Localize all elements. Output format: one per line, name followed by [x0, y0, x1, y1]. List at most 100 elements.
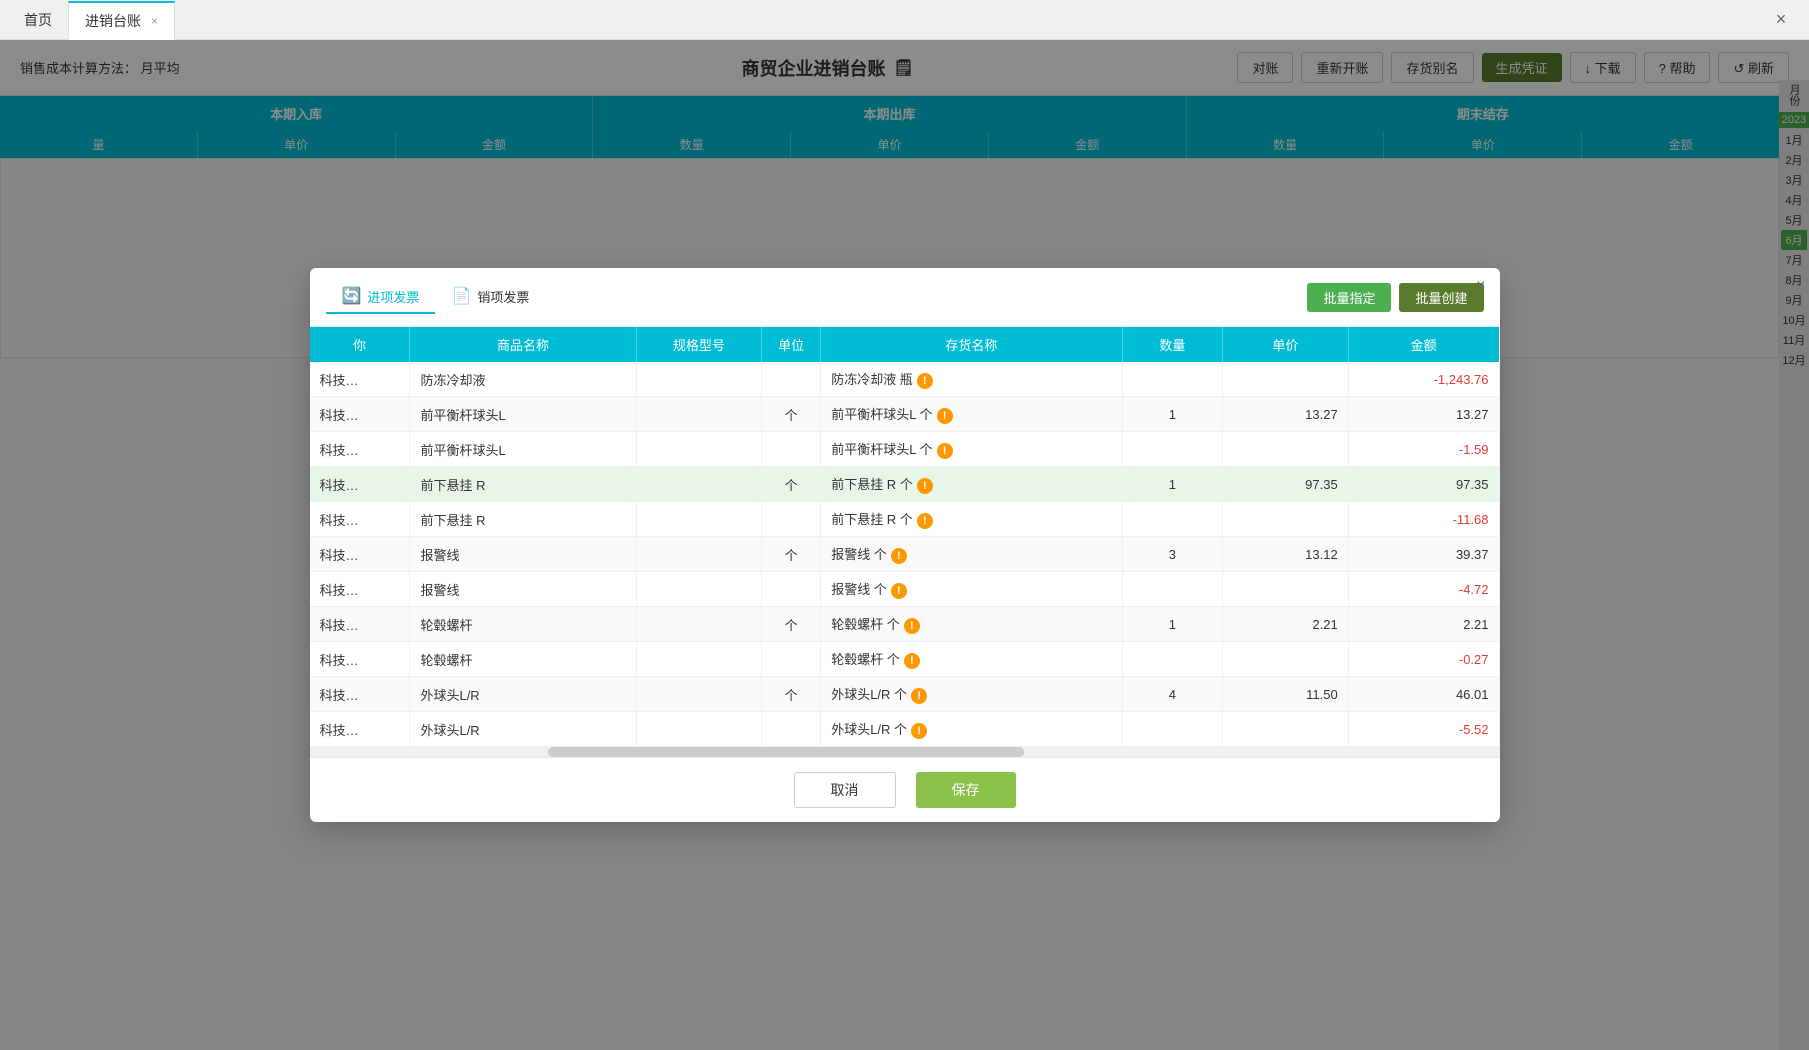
cell-2 [636, 607, 762, 642]
table-row[interactable]: 科技…前平衡杆球头L 前平衡杆球头L 个! -1.59 [310, 432, 1500, 467]
warning-icon: ! [937, 443, 953, 459]
modal-scrollbar[interactable] [310, 747, 1500, 757]
modal-footer: 取消 保存 [310, 757, 1500, 822]
stock-name-cell: 外球头L/R 个! [821, 677, 1122, 712]
cell-3 [762, 432, 821, 467]
save-button[interactable]: 保存 [916, 772, 1016, 808]
cell-6 [1223, 642, 1349, 677]
stock-name-cell: 防冻冷却液 瓶! [821, 362, 1122, 397]
cell-0: 科技… [310, 537, 410, 572]
table-row[interactable]: 科技…防冻冷却液防冻冷却液 瓶!-1,243.76 [310, 362, 1500, 397]
table-row[interactable]: 科技…轮毂螺杆个轮毂螺杆 个!12.212.21 [310, 607, 1500, 642]
cell-0: 科技… [310, 572, 410, 607]
modal-scrollbar-thumb[interactable] [548, 747, 1024, 757]
cell-3: 个 [762, 537, 821, 572]
cell-2 [636, 572, 762, 607]
cell-3: 个 [762, 467, 821, 502]
cell-0: 科技… [310, 432, 410, 467]
tab-home[interactable]: 首页 [8, 2, 68, 38]
col-product: 商品名称 [410, 327, 636, 362]
stock-name-cell: 报警线 个! [821, 537, 1122, 572]
tab-bar: 首页 进销台账 × × [0, 0, 1809, 40]
cell-1: 轮毂螺杆 [410, 642, 636, 677]
amount-cell: 13.27 [1348, 397, 1499, 432]
batch-create-button[interactable]: 批量创建 [1399, 283, 1483, 312]
modal-table-container: 你 商品名称 规格型号 单位 存货名称 数量 单价 金额 科技…防冻冷却液防冻冷… [310, 327, 1500, 747]
cell-3: 个 [762, 677, 821, 712]
cell-5: 1 [1122, 397, 1222, 432]
col-price: 单价 [1223, 327, 1349, 362]
amount-cell: -0.27 [1348, 642, 1499, 677]
tab-home-label: 首页 [24, 12, 52, 28]
table-row[interactable]: 科技…前下悬挂 R个前下悬挂 R 个!197.3597.35 [310, 467, 1500, 502]
cell-5: 3 [1122, 537, 1222, 572]
cell-6: 13.27 [1223, 397, 1349, 432]
tab-ledger-label: 进销台账 [85, 11, 141, 31]
cell-1: 报警线 [410, 537, 636, 572]
table-row[interactable]: 科技…外球头L/R个外球头L/R 个!411.5046.01 [310, 677, 1500, 712]
table-header-row: 你 商品名称 规格型号 单位 存货名称 数量 单价 金额 [310, 327, 1500, 362]
col-unit: 单位 [762, 327, 821, 362]
cell-5: 4 [1122, 677, 1222, 712]
window-close-button[interactable]: × [1761, 0, 1801, 40]
table-row[interactable]: 科技…外球头L/R外球头L/R 个!-5.52 [310, 712, 1500, 747]
cell-5 [1122, 572, 1222, 607]
cell-6: 97.35 [1223, 467, 1349, 502]
amount-cell: 46.01 [1348, 677, 1499, 712]
warning-icon: ! [937, 408, 953, 424]
amount-cell: -1,243.76 [1348, 362, 1499, 397]
cell-6 [1223, 432, 1349, 467]
tab2-label: 销项发票 [477, 287, 529, 306]
amount-cell: 97.35 [1348, 467, 1499, 502]
cell-3 [762, 362, 821, 397]
cell-2 [636, 502, 762, 537]
cell-1: 外球头L/R [410, 712, 636, 747]
cell-0: 科技… [310, 642, 410, 677]
cell-1: 前平衡杆球头L [410, 432, 636, 467]
tab-incoming-invoice[interactable]: 🔄 进项发票 [326, 280, 436, 314]
warning-icon: ! [917, 373, 933, 389]
cell-5: 1 [1122, 467, 1222, 502]
cell-1: 前下悬挂 R [410, 502, 636, 537]
cell-2 [636, 537, 762, 572]
cell-0: 科技… [310, 712, 410, 747]
stock-name-cell: 报警线 个! [821, 572, 1122, 607]
cell-5: 1 [1122, 607, 1222, 642]
cell-3 [762, 502, 821, 537]
cell-0: 科技… [310, 397, 410, 432]
cell-6: 13.12 [1223, 537, 1349, 572]
cancel-button[interactable]: 取消 [794, 772, 896, 808]
cell-5 [1122, 432, 1222, 467]
cell-2 [636, 642, 762, 677]
modal-close-button[interactable]: × [1476, 278, 1485, 294]
tab-ledger-close[interactable]: × [151, 14, 158, 28]
cell-3: 个 [762, 607, 821, 642]
cell-2 [636, 397, 762, 432]
table-row[interactable]: 科技…前下悬挂 R前下悬挂 R 个!-11.68 [310, 502, 1500, 537]
cell-6 [1223, 362, 1349, 397]
modal-dialog: 🔄 进项发票 📄 销项发票 批量指定 批量创建 × [310, 268, 1500, 822]
col-stock-name: 存货名称 [821, 327, 1122, 362]
cell-2 [636, 677, 762, 712]
cell-5 [1122, 362, 1222, 397]
cell-1: 报警线 [410, 572, 636, 607]
cell-0: 科技… [310, 502, 410, 537]
modal-header: 🔄 进项发票 📄 销项发票 批量指定 批量创建 × [310, 268, 1500, 327]
warning-icon: ! [891, 548, 907, 564]
tab-outgoing-invoice[interactable]: 📄 销项发票 [435, 280, 545, 314]
cell-6 [1223, 572, 1349, 607]
invoice-table: 你 商品名称 规格型号 单位 存货名称 数量 单价 金额 科技…防冻冷却液防冻冷… [310, 327, 1500, 747]
cell-5 [1122, 642, 1222, 677]
table-row[interactable]: 科技…报警线报警线 个!-4.72 [310, 572, 1500, 607]
col-amount: 金额 [1348, 327, 1499, 362]
batch-assign-button[interactable]: 批量指定 [1307, 283, 1391, 312]
table-row[interactable]: 科技…轮毂螺杆轮毂螺杆 个!-0.27 [310, 642, 1500, 677]
stock-name-cell: 前平衡杆球头L 个! [821, 432, 1122, 467]
tab-ledger[interactable]: 进销台账 × [68, 1, 175, 40]
amount-cell: 39.37 [1348, 537, 1499, 572]
amount-cell: -1.59 [1348, 432, 1499, 467]
cell-6 [1223, 502, 1349, 537]
table-row[interactable]: 科技…报警线 个报警线 个!313.1239.37 [310, 537, 1500, 572]
col-qty: 数量 [1122, 327, 1222, 362]
table-row[interactable]: 科技…前平衡杆球头L个前平衡杆球头L 个!113.2713.27 [310, 397, 1500, 432]
